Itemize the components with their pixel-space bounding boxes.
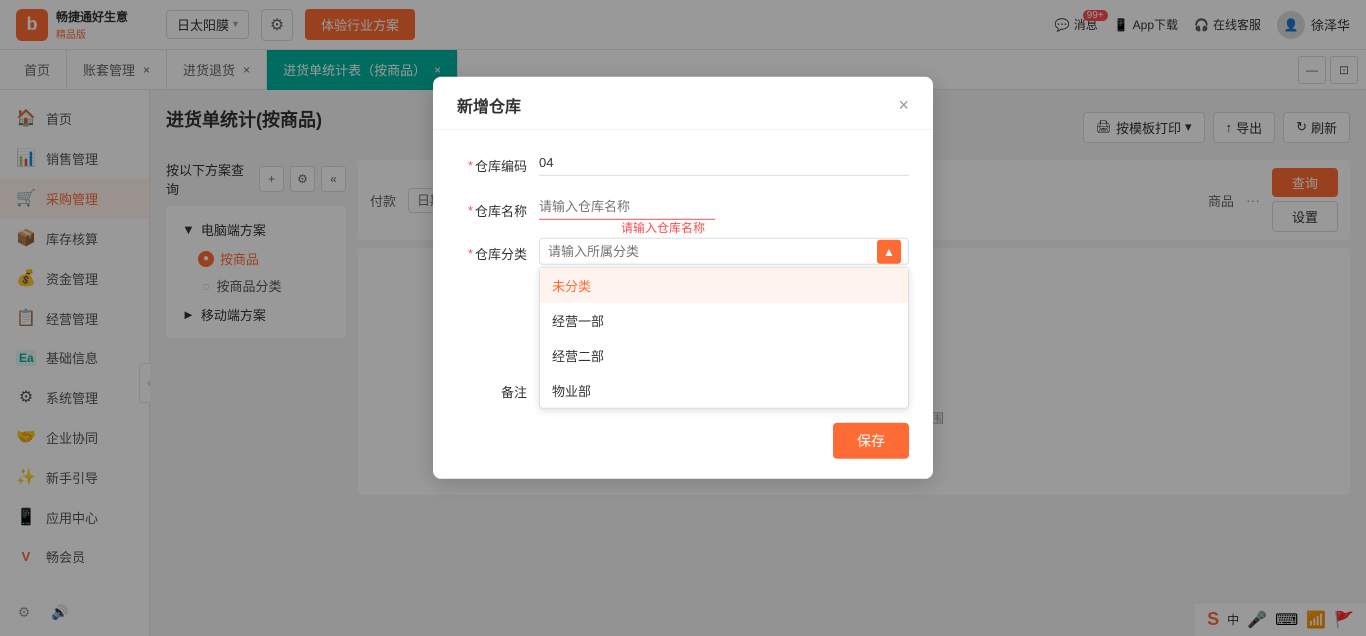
required-star: * [468,158,473,173]
modal-header: 新增仓库 × [433,77,933,130]
save-button[interactable]: 保存 [833,423,909,459]
name-field-inner: * 仓库名称 请输入仓库名称 [457,194,715,220]
category-input-wrapper: ▲ 未分类 经营一部 经营二部 物业部 [539,238,909,265]
code-field-row: * 仓库编码 [457,150,909,176]
new-warehouse-modal: 新增仓库 × * 仓库编码 * 仓库名称 请输入仓库名称 [433,77,933,479]
category-toggle-button[interactable]: ▲ [877,239,901,263]
name-label-text: 仓库名称 [475,200,527,219]
name-label: * 仓库名称 [457,194,527,219]
modal-title: 新增仓库 [457,93,521,117]
modal-footer: 保存 [433,411,933,459]
dropdown-item-unclassified[interactable]: 未分类 [540,268,908,303]
dropdown-item-ops1[interactable]: 经营一部 [540,303,908,338]
category-input[interactable] [539,238,909,265]
dropdown-item-ops2[interactable]: 经营二部 [540,338,908,373]
category-required-star: * [468,246,473,261]
name-field-row: * 仓库名称 请输入仓库名称 [457,194,909,220]
dropdown-item-property[interactable]: 物业部 [540,373,908,408]
code-label: * 仓库编码 [457,150,527,175]
category-field-row: * 仓库分类 ▲ 未分类 经营一部 经营二部 物业部 [457,238,909,265]
category-label: * 仓库分类 [457,238,527,263]
name-required-star: * [468,202,473,217]
modal-body: * 仓库编码 * 仓库名称 请输入仓库名称 * 仓库分类 [433,130,933,401]
category-dropdown: 未分类 经营一部 经营二部 物业部 [539,267,909,409]
code-label-text: 仓库编码 [475,156,527,175]
name-input[interactable] [539,194,715,220]
remark-label: 备注 [457,375,527,400]
code-input[interactable] [539,150,909,176]
category-label-text: 仓库分类 [475,244,527,263]
modal-close-button[interactable]: × [898,94,909,115]
remark-label-text: 备注 [501,381,527,400]
name-error-message: 请输入仓库名称 [621,219,705,236]
name-input-wrapper: 请输入仓库名称 [539,194,715,220]
